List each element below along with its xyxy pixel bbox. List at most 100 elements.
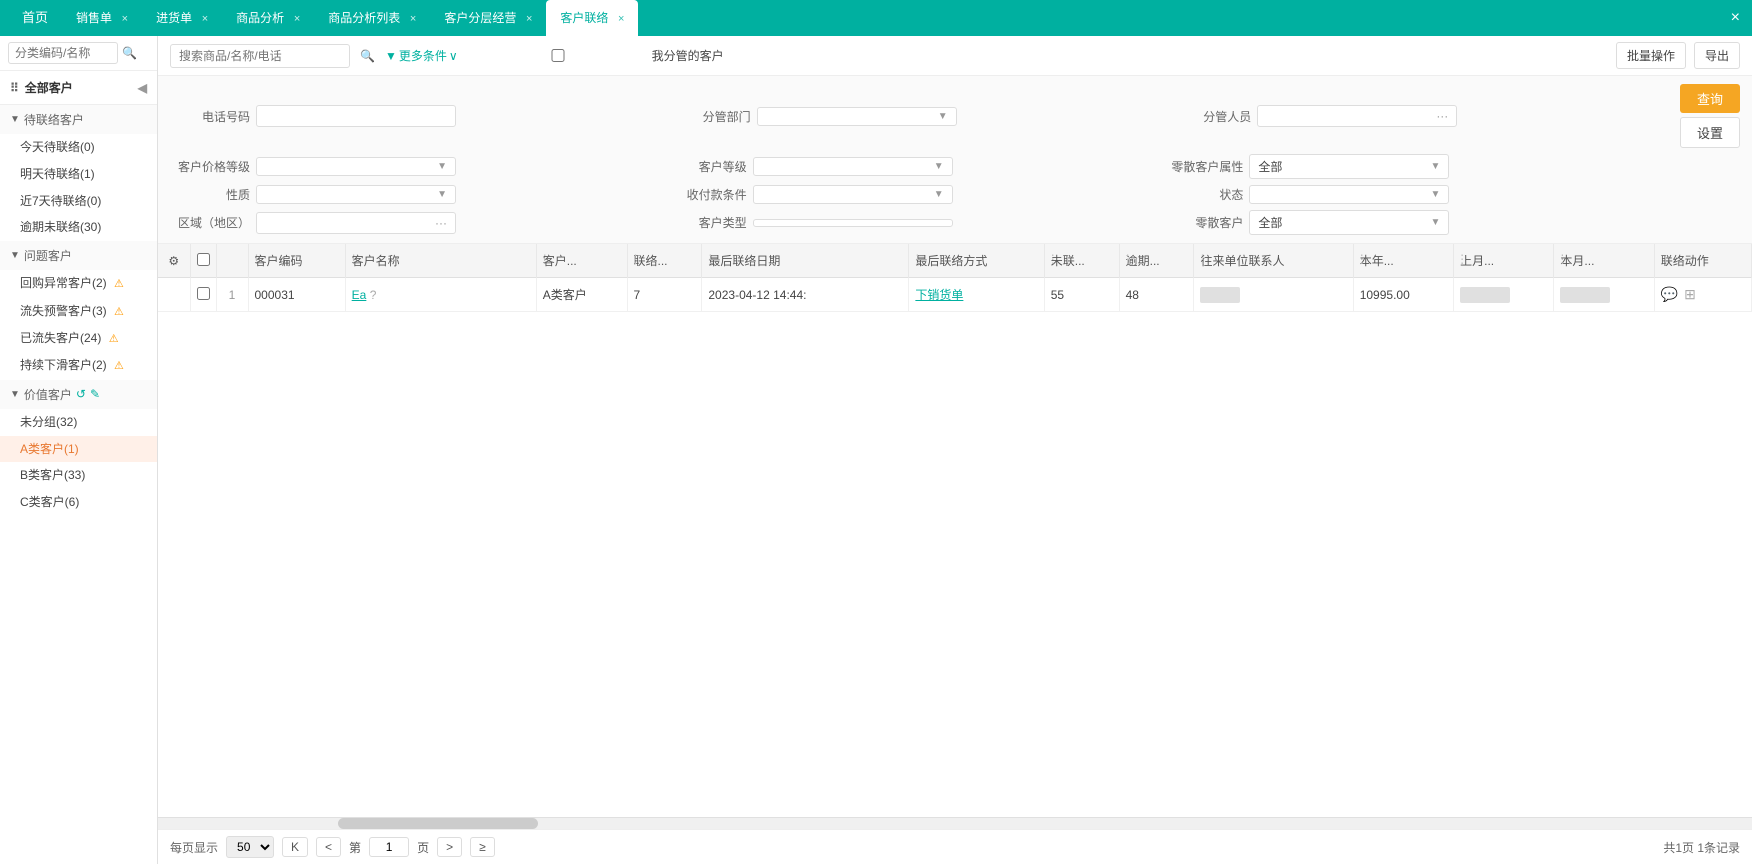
scatter-attr-select[interactable]: 全部 ▼ <box>1249 154 1449 179</box>
close-analysis-list-tab[interactable]: × <box>410 13 416 25</box>
sidebar-item-week[interactable]: 近7天待联络(0) <box>0 188 157 215</box>
close-purchase-tab[interactable]: × <box>202 13 208 25</box>
grid-action-icon[interactable]: ⊞ <box>1684 286 1696 303</box>
row-num-cell: 1 <box>216 278 248 312</box>
dept-select[interactable]: ▼ <box>757 107 957 126</box>
payment-select[interactable]: ▼ <box>753 185 953 204</box>
row-overdue-cell: 48 <box>1119 278 1194 312</box>
batch-op-btn[interactable]: 批量操作 <box>1616 42 1686 69</box>
col-last-date[interactable]: 最后联络日期 <box>702 244 909 278</box>
col-no-contact[interactable]: 未联... <box>1044 244 1119 278</box>
sidebar-item-b-class[interactable]: B类客户(33) <box>0 462 157 489</box>
col-gear[interactable]: ⚙ <box>158 244 190 278</box>
col-this-year[interactable]: 本年... <box>1353 244 1453 278</box>
nav-purchase[interactable]: 进货单 × <box>142 0 222 36</box>
export-btn[interactable]: 导出 <box>1694 42 1740 69</box>
customer-type-select[interactable] <box>753 219 953 227</box>
page-size-label: 每页显示 <box>170 839 218 856</box>
scatter-select[interactable]: 全部 ▼ <box>1249 210 1449 235</box>
filter-search-icon[interactable]: 🔍 <box>360 49 375 63</box>
sidebar-item-overdue[interactable]: 逾期未联络(30) <box>0 214 157 241</box>
col-this-month[interactable]: 本月... <box>1554 244 1654 278</box>
filter-group-region: 区域（地区） ··· <box>170 212 659 234</box>
all-customers-header[interactable]: ⠿ 全部客户 ◀ <box>0 71 157 105</box>
page-size-select[interactable]: 50 <box>226 836 274 858</box>
prev-page-btn[interactable]: < <box>316 837 341 857</box>
sidebar-item-ungrouped[interactable]: 未分组(32) <box>0 409 157 436</box>
col-last-method[interactable]: 最后联络方式 <box>909 244 1044 278</box>
warn-icon: ⚠ <box>114 278 124 290</box>
status-select[interactable]: ▼ <box>1249 185 1449 204</box>
status-label: 状态 <box>1163 186 1243 203</box>
pagination-bar: 每页显示 50 K < 第 页 > ≥ 共1页 1条记录 <box>158 829 1752 864</box>
sidebar-item-c-class[interactable]: C类客户(6) <box>0 489 157 516</box>
sidebar-item-repurchase-abnormal[interactable]: 回购异常客户(2) ⚠ <box>0 270 157 297</box>
last-method-link[interactable]: 下销货单 <box>915 288 963 302</box>
my-customers-checkbox[interactable] <box>468 49 648 62</box>
col-code[interactable]: 客户编码 <box>248 244 345 278</box>
nav-customer-tier[interactable]: 客户分层经营 × <box>430 0 546 36</box>
chat-icon[interactable]: 💬 <box>1661 286 1678 303</box>
select-all-checkbox[interactable] <box>197 253 210 266</box>
horizontal-scrollbar[interactable] <box>158 817 1752 829</box>
region-select[interactable]: ··· <box>256 212 456 234</box>
group-pending-contact[interactable]: ▼ 待联络客户 <box>0 105 157 134</box>
manager-dots[interactable]: ··· <box>1436 109 1448 123</box>
row-checkbox-cell[interactable] <box>190 278 216 312</box>
col-type[interactable]: 客户... <box>536 244 627 278</box>
page-number-input[interactable] <box>369 837 409 857</box>
setting-btn[interactable]: 设置 <box>1680 117 1740 148</box>
sidebar-item-lost[interactable]: 已流失客户(24) ⚠ <box>0 325 157 352</box>
search-input[interactable] <box>170 44 350 68</box>
close-customer-contact-tab[interactable]: × <box>618 13 624 25</box>
col-unit-contact[interactable]: 往来单位联系人 <box>1194 244 1353 278</box>
gear-icon[interactable]: ⚙ <box>168 254 179 268</box>
next-page-btn[interactable]: > <box>437 837 462 857</box>
col-select-all[interactable] <box>190 244 216 278</box>
customer-level-select[interactable]: ▼ <box>753 157 953 176</box>
row-action-cell: 💬 ⊞ <box>1654 278 1751 312</box>
sidebar-item-loss-warning[interactable]: 流失预警客户(3) ⚠ <box>0 298 157 325</box>
group-problem-customers[interactable]: ▼ 问题客户 <box>0 241 157 270</box>
row-name-cell[interactable]: Ea ? <box>345 278 536 312</box>
price-level-select[interactable]: ▼ <box>256 157 456 176</box>
my-customers-checkbox-label[interactable]: 我分管的客户 <box>468 47 724 64</box>
sidebar-search-input[interactable] <box>8 42 118 64</box>
payment-label: 收付款条件 <box>667 186 747 203</box>
nature-select[interactable]: ▼ <box>256 185 456 204</box>
edit-icon[interactable]: ✎ <box>90 387 100 401</box>
first-page-btn[interactable]: K <box>282 837 308 857</box>
close-sales-tab[interactable]: × <box>122 13 128 25</box>
nav-sales[interactable]: 销售单 × <box>62 0 142 36</box>
col-contact[interactable]: 联络... <box>627 244 702 278</box>
row-checkbox[interactable] <box>197 287 210 300</box>
nav-analysis[interactable]: 商品分析 × <box>222 0 314 36</box>
col-last-month[interactable]: 上月... <box>1454 244 1554 278</box>
phone-input[interactable] <box>256 105 456 127</box>
region-dots[interactable]: ··· <box>435 216 447 230</box>
close-analysis-tab[interactable]: × <box>294 13 300 25</box>
last-page-btn[interactable]: ≥ <box>470 837 495 857</box>
query-btn[interactable]: 查询 <box>1680 84 1740 113</box>
filter-group-customer-type: 客户类型 <box>667 214 1156 231</box>
collapse-sidebar-btn[interactable]: ◀ <box>138 81 147 95</box>
close-all-tabs[interactable]: × <box>1731 9 1740 27</box>
col-overdue[interactable]: 逾期... <box>1119 244 1194 278</box>
more-filters-btn[interactable]: ▼ 更多条件 ∨ <box>385 47 458 64</box>
customer-name-link[interactable]: Ea <box>352 288 367 302</box>
manager-select[interactable]: ··· <box>1257 105 1457 127</box>
row-last-method-cell[interactable]: 下销货单 <box>909 278 1044 312</box>
sidebar-item-a-class[interactable]: A类客户(1) <box>0 436 157 463</box>
nav-home[interactable]: 首页 <box>8 0 62 36</box>
refresh-icon[interactable]: ↺ <box>76 387 86 401</box>
group-value-customers[interactable]: ▼ 价值客户 ↺ ✎ <box>0 380 157 409</box>
scrollbar-thumb[interactable] <box>338 818 538 829</box>
sidebar-item-tomorrow[interactable]: 明天待联络(1) <box>0 161 157 188</box>
sidebar-item-today[interactable]: 今天待联络(0) <box>0 134 157 161</box>
nav-analysis-list[interactable]: 商品分析列表 × <box>314 0 430 36</box>
col-name[interactable]: 客户名称 <box>345 244 536 278</box>
close-customer-tier-tab[interactable]: × <box>526 13 532 25</box>
sidebar-search-icon[interactable]: 🔍 <box>122 46 137 60</box>
nav-customer-contact[interactable]: 客户联络 × <box>546 0 638 36</box>
sidebar-item-declining[interactable]: 持续下滑客户(2) ⚠ <box>0 352 157 379</box>
